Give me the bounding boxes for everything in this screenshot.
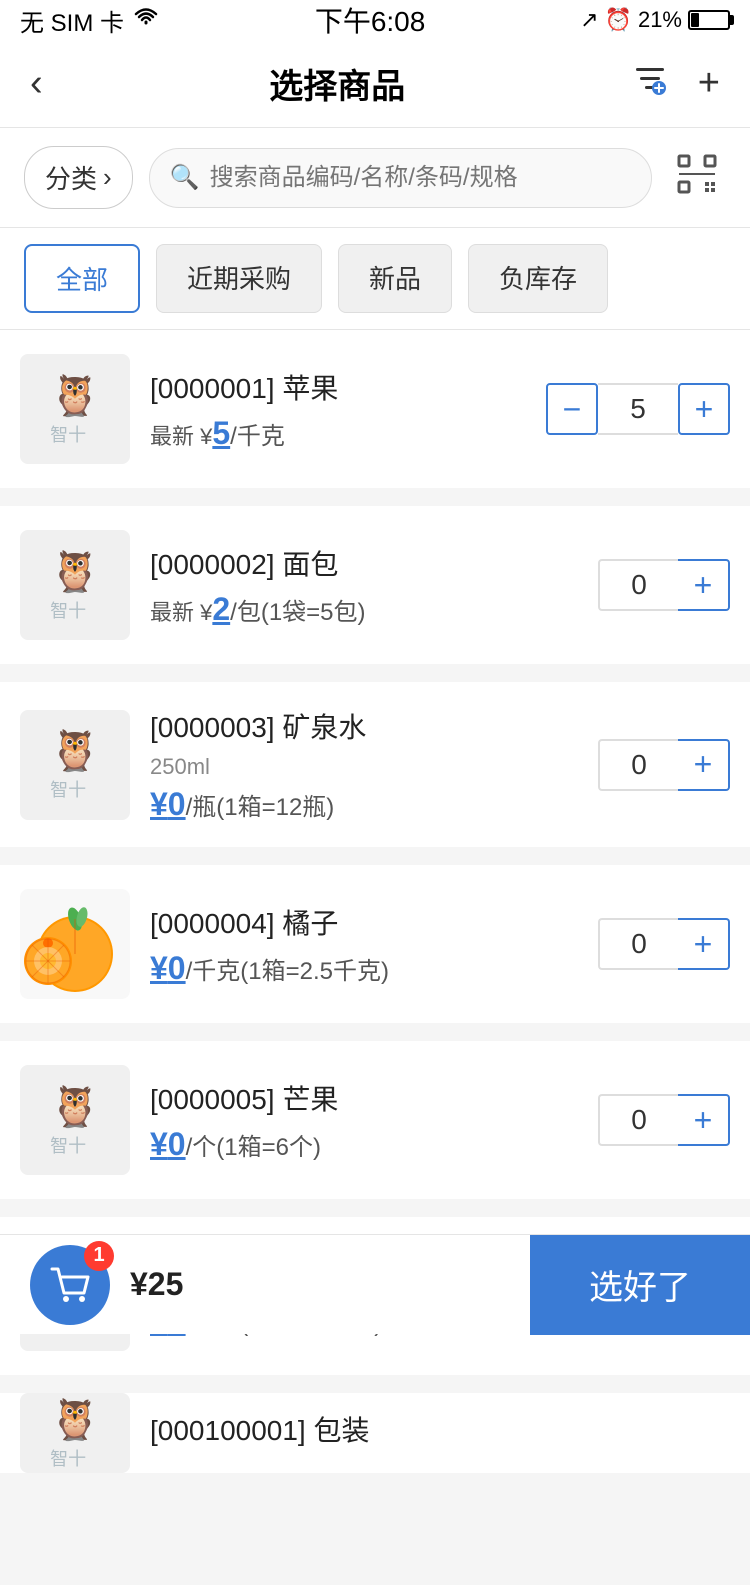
tab-negative[interactable]: 负库存	[468, 244, 608, 313]
owl-icon: 🦉	[50, 548, 100, 595]
confirm-button[interactable]: 选好了	[530, 1235, 750, 1335]
battery-icon	[688, 10, 730, 30]
product-name-2: [0000002] 面包	[150, 543, 578, 583]
list-item: 🦉 智十 [0000001] 苹果 最新 ¥5/千克 − +	[0, 330, 750, 488]
product-controls-4: +	[598, 918, 730, 970]
cart-badge: 1	[84, 1241, 114, 1271]
product-info-1: [0000001] 苹果 最新 ¥5/千克	[150, 367, 526, 452]
wifi-icon	[132, 6, 160, 34]
product-info-7: [000100001] 包装	[150, 1409, 730, 1457]
product-list: 🦉 智十 [0000001] 苹果 最新 ¥5/千克 − + 🦉 智十	[0, 330, 750, 1585]
category-label: 分类	[45, 159, 97, 196]
qty-input-4[interactable]	[598, 918, 678, 970]
qty-input-3[interactable]	[598, 739, 678, 791]
increase-button-2[interactable]: +	[678, 559, 730, 611]
nav-actions: +	[632, 61, 720, 106]
qty-input-5[interactable]	[598, 1094, 678, 1146]
scan-button[interactable]	[668, 149, 726, 207]
qty-input-1[interactable]	[598, 383, 678, 435]
product-price-5: ¥0/个(1箱=6个)	[150, 1126, 578, 1163]
tab-bar: 全部 近期采购 新品 负库存	[0, 228, 750, 330]
back-button[interactable]: ‹	[30, 62, 43, 105]
product-image-5: 🦉 智十	[20, 1065, 130, 1175]
product-image-3: 🦉 智十	[20, 710, 130, 820]
search-icon: 🔍	[170, 163, 200, 192]
list-item: 🦉 智十 [000100001] 包装	[0, 1393, 750, 1473]
list-item: 🦉 智十 [0000002] 面包 最新 ¥2/包(1袋=5包) +	[0, 506, 750, 664]
product-info-2: [0000002] 面包 最新 ¥2/包(1袋=5包)	[150, 543, 578, 628]
tab-all[interactable]: 全部	[24, 244, 140, 313]
product-name-1: [0000001] 苹果	[150, 367, 526, 407]
cart-section: 1 ¥25	[0, 1245, 530, 1325]
owl-icon: 🦉	[50, 1083, 100, 1130]
category-button[interactable]: 分类 ›	[24, 146, 133, 209]
tab-recent[interactable]: 近期采购	[156, 244, 322, 313]
bottom-bar: 1 ¥25 选好了	[0, 1234, 750, 1334]
product-controls-2: +	[598, 559, 730, 611]
search-box: 🔍	[149, 148, 652, 208]
tab-new[interactable]: 新品	[338, 244, 452, 313]
cart-icon[interactable]: 1	[30, 1245, 110, 1325]
list-item: 🦉 智十 [0000003] 矿泉水 250ml ¥0/瓶(1箱=12瓶) +	[0, 682, 750, 847]
product-controls-1: − +	[546, 383, 730, 435]
alarm-icon: ⏰	[605, 7, 632, 33]
increase-button-3[interactable]: +	[678, 739, 730, 791]
cart-total: ¥25	[130, 1266, 183, 1303]
increase-button-5[interactable]: +	[678, 1094, 730, 1146]
increase-button-1[interactable]: +	[678, 383, 730, 435]
product-image-2: 🦉 智十	[20, 530, 130, 640]
page-title: 选择商品	[269, 59, 405, 108]
product-price-1: 最新 ¥5/千克	[150, 415, 526, 452]
owl-icon: 🦉	[50, 372, 100, 419]
product-price-2: 最新 ¥2/包(1袋=5包)	[150, 591, 578, 628]
location-icon: ↗	[580, 7, 598, 33]
status-bar: 无 SIM 卡 下午6:08 ↗ ⏰ 21%	[0, 0, 750, 40]
product-name-5: [0000005] 芒果	[150, 1078, 578, 1118]
add-button[interactable]: +	[698, 62, 720, 105]
product-controls-3: +	[598, 739, 730, 791]
status-left: 无 SIM 卡	[20, 3, 160, 38]
battery-percent: 21%	[638, 7, 682, 33]
toolbar: 分类 › 🔍	[0, 128, 750, 228]
product-price-4: ¥0/千克(1箱=2.5千克)	[150, 950, 578, 987]
owl-icon: 🦉	[50, 1396, 100, 1443]
product-name-3: [0000003] 矿泉水	[150, 706, 578, 746]
sim-indicator: 无 SIM 卡	[20, 3, 124, 38]
product-image-4	[20, 889, 130, 999]
nav-bar: ‹ 选择商品 +	[0, 40, 750, 128]
product-info-5: [0000005] 芒果 ¥0/个(1箱=6个)	[150, 1078, 578, 1163]
status-right: ↗ ⏰ 21%	[580, 7, 730, 33]
product-image-7: 🦉 智十	[20, 1393, 130, 1473]
product-name-7: [000100001] 包装	[150, 1409, 730, 1449]
list-item: 🦉 智十 [0000005] 芒果 ¥0/个(1箱=6个) +	[0, 1041, 750, 1199]
decrease-button-1[interactable]: −	[546, 383, 598, 435]
category-arrow: ›	[103, 162, 112, 193]
product-image-1: 🦉 智十	[20, 354, 130, 464]
list-item: [0000004] 橘子 ¥0/千克(1箱=2.5千克) +	[0, 865, 750, 1023]
filter-icon[interactable]	[632, 61, 668, 106]
product-info-4: [0000004] 橘子 ¥0/千克(1箱=2.5千克)	[150, 902, 578, 987]
increase-button-4[interactable]: +	[678, 918, 730, 970]
status-time: 下午6:08	[315, 0, 426, 40]
product-price-3: ¥0/瓶(1箱=12瓶)	[150, 786, 578, 823]
owl-icon: 🦉	[50, 727, 100, 774]
product-controls-5: +	[598, 1094, 730, 1146]
qty-input-2[interactable]	[598, 559, 678, 611]
search-input[interactable]	[210, 164, 631, 192]
product-spec-3: 250ml	[150, 754, 578, 780]
product-info-3: [0000003] 矿泉水 250ml ¥0/瓶(1箱=12瓶)	[150, 706, 578, 823]
product-name-4: [0000004] 橘子	[150, 902, 578, 942]
